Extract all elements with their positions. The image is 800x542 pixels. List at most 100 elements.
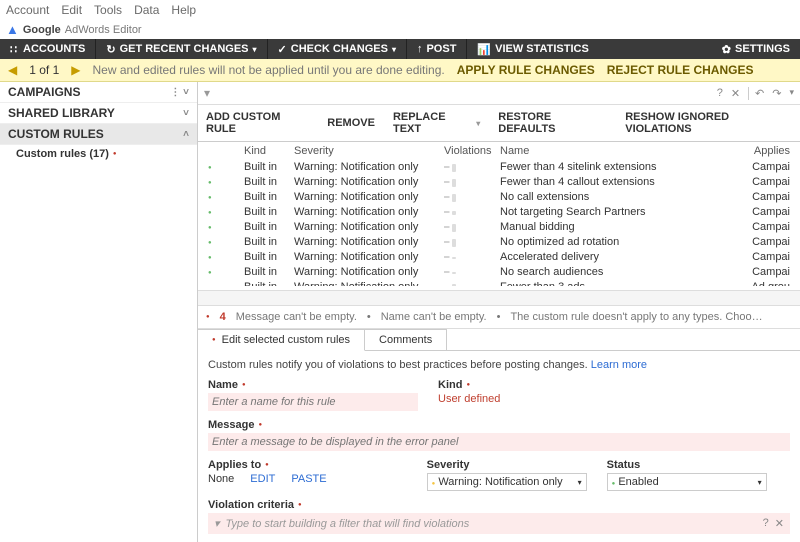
chevron-up-icon: ˄ bbox=[183, 129, 189, 140]
status-dot-icon: ● bbox=[208, 210, 214, 216]
status-dot-icon: ● bbox=[208, 285, 214, 286]
learn-more-link[interactable]: Learn more bbox=[591, 359, 647, 371]
error-dot-icon: ● bbox=[298, 502, 302, 508]
status-select[interactable]: ● Enabled▾ bbox=[607, 473, 767, 491]
table-row[interactable]: ● Built in Warning: Notification only ⎯ … bbox=[198, 265, 800, 280]
menu-tools[interactable]: Tools bbox=[94, 3, 122, 17]
status-dot-icon: ● bbox=[208, 165, 214, 171]
col-violations[interactable]: Violations bbox=[440, 145, 492, 157]
filter-input[interactable] bbox=[216, 87, 711, 99]
filter-icon[interactable]: ▾ bbox=[204, 86, 210, 100]
rules-grid: Kind Severity Violations Name Applies ● … bbox=[198, 142, 800, 286]
status-dot-icon: ● bbox=[208, 255, 214, 261]
col-kind[interactable]: Kind bbox=[240, 145, 290, 157]
tab-comments[interactable]: Comments bbox=[365, 329, 447, 350]
applies-paste-link[interactable]: PASTE bbox=[291, 473, 326, 485]
chevron-down-icon: ˅ bbox=[183, 108, 189, 119]
changes-nav: 1 of 1 bbox=[29, 63, 59, 77]
changes-message: New and edited rules will not be applied… bbox=[93, 63, 445, 77]
error-dot-icon: ● bbox=[113, 151, 117, 157]
post-button[interactable]: ↑POST bbox=[407, 39, 466, 59]
error-dot-icon: ● bbox=[265, 462, 269, 468]
applies-edit-link[interactable]: EDIT bbox=[250, 473, 275, 485]
more-icon: ⋮ bbox=[170, 87, 180, 98]
sidebar-item-shared-library[interactable]: SHARED LIBRARY˅ bbox=[0, 103, 197, 124]
changes-bar: ◀ 1 of 1 ▶ New and edited rules will not… bbox=[0, 59, 800, 82]
reshow-ignored-button[interactable]: RESHOW IGNORED VIOLATIONS bbox=[625, 111, 792, 135]
tab-edit[interactable]: ●Edit selected custom rules bbox=[198, 329, 365, 351]
table-row[interactable]: ● Built in Warning: Notification only ⎯ … bbox=[198, 190, 800, 205]
next-change-icon[interactable]: ▶ bbox=[71, 63, 80, 77]
name-field[interactable] bbox=[208, 393, 418, 411]
minimize-icon: ⎯ bbox=[444, 281, 450, 286]
google-logo-icon: ▲ bbox=[6, 22, 19, 37]
chevron-down-icon: ▾ bbox=[758, 478, 762, 487]
violation-criteria-field[interactable]: ▾ Type to start building a filter that w… bbox=[208, 513, 790, 534]
check-changes-button[interactable]: ✓CHECK CHANGES▾ bbox=[268, 39, 406, 59]
severity-label: Severity bbox=[427, 459, 587, 471]
stats-icon: 📊 bbox=[477, 43, 491, 56]
notice: Custom rules notify you of violations to… bbox=[208, 359, 790, 371]
undo-icon[interactable]: ↶ bbox=[748, 87, 764, 100]
table-row[interactable]: ● Built in Warning: Notification only ⎯ … bbox=[198, 175, 800, 190]
severity-select[interactable]: ● Warning: Notification only▾ bbox=[427, 473, 587, 491]
restore-defaults-button[interactable]: RESTORE DEFAULTS bbox=[498, 111, 607, 135]
table-row[interactable]: ● Built in Warning: Notification only ⎯ … bbox=[198, 280, 800, 286]
menu-data[interactable]: Data bbox=[134, 3, 159, 17]
horizontal-scrollbar[interactable] bbox=[198, 290, 800, 306]
col-name[interactable]: Name bbox=[492, 145, 744, 157]
content-pane: ▾ ? ✕ ↶ ↷ ▾ ADD CUSTOM RULE REMOVE REPLA… bbox=[198, 82, 800, 542]
minimize-icon: ⎯ bbox=[444, 191, 450, 204]
sidebar-item-custom-rules[interactable]: CUSTOM RULES˄ bbox=[0, 124, 197, 145]
upload-icon: ↑ bbox=[417, 43, 423, 55]
applies-to-value: None bbox=[208, 473, 234, 485]
view-statistics-button[interactable]: 📊VIEW STATISTICS bbox=[467, 39, 598, 59]
accounts-button[interactable]: ∷ACCOUNTS bbox=[0, 39, 95, 59]
chevron-down-icon: ▾ bbox=[392, 45, 396, 54]
refresh-icon: ↻ bbox=[106, 43, 115, 56]
status-dot-icon: ● bbox=[208, 225, 214, 231]
table-row[interactable]: ● Built in Warning: Notification only ⎯ … bbox=[198, 235, 800, 250]
get-recent-changes-button[interactable]: ↻GET RECENT CHANGES▾ bbox=[96, 39, 266, 59]
col-severity[interactable]: Severity bbox=[290, 145, 440, 157]
reject-rule-changes-button[interactable]: REJECT RULE CHANGES bbox=[607, 63, 754, 77]
detail-panel: Custom rules notify you of violations to… bbox=[198, 351, 800, 542]
detail-tabs: ●Edit selected custom rules Comments bbox=[198, 329, 800, 351]
close-icon[interactable]: ✕ bbox=[731, 87, 740, 100]
replace-text-button[interactable]: REPLACE TEXT▾ bbox=[393, 111, 480, 135]
help-icon[interactable]: ? bbox=[717, 87, 723, 100]
error-dot-icon: ● bbox=[242, 382, 246, 388]
error-msg: Message can't be empty. bbox=[236, 311, 357, 323]
chevron-down-icon: ▾ bbox=[253, 45, 257, 54]
remove-button[interactable]: REMOVE bbox=[327, 111, 375, 135]
filter-icon: ▾ bbox=[214, 517, 220, 530]
menu-help[interactable]: Help bbox=[171, 3, 196, 17]
apply-rule-changes-button[interactable]: APPLY RULE CHANGES bbox=[457, 63, 595, 77]
prev-change-icon[interactable]: ◀ bbox=[8, 63, 17, 77]
menu-edit[interactable]: Edit bbox=[61, 3, 82, 17]
redo-icon[interactable]: ↷ bbox=[772, 87, 781, 100]
minimize-icon: ⎯ bbox=[444, 236, 450, 249]
error-bar: ● 4 Message can't be empty. • Name can't… bbox=[198, 306, 800, 329]
kind-value: User defined bbox=[438, 393, 500, 405]
chevron-down-icon[interactable]: ▾ bbox=[789, 87, 794, 100]
col-applies[interactable]: Applies bbox=[744, 145, 794, 157]
minimize-icon: ⎯ bbox=[444, 266, 450, 279]
menu-account[interactable]: Account bbox=[6, 3, 49, 17]
error-dot-icon: ● bbox=[466, 382, 470, 388]
sidebar-item-campaigns[interactable]: CAMPAIGNS⋮ ˅ bbox=[0, 82, 197, 103]
message-field[interactable] bbox=[208, 433, 790, 451]
table-row[interactable]: ● Built in Warning: Notification only ⎯ … bbox=[198, 205, 800, 220]
table-row[interactable]: ● Built in Warning: Notification only ⎯ … bbox=[198, 250, 800, 265]
sidebar-sub-custom-rules[interactable]: Custom rules (17)● bbox=[0, 145, 197, 163]
close-icon[interactable]: ✕ bbox=[775, 517, 784, 530]
status-dot-icon: ● bbox=[432, 481, 436, 487]
table-row[interactable]: ● Built in Warning: Notification only ⎯ … bbox=[198, 220, 800, 235]
help-icon[interactable]: ? bbox=[763, 517, 769, 530]
grid-icon: ∷ bbox=[10, 43, 15, 56]
menubar[interactable]: Account Edit Tools Data Help bbox=[0, 0, 800, 20]
brand-label: Google bbox=[23, 24, 61, 36]
add-custom-rule-button[interactable]: ADD CUSTOM RULE bbox=[206, 111, 309, 135]
table-row[interactable]: ● Built in Warning: Notification only ⎯ … bbox=[198, 160, 800, 175]
settings-button[interactable]: ✿SETTINGS bbox=[712, 39, 800, 59]
